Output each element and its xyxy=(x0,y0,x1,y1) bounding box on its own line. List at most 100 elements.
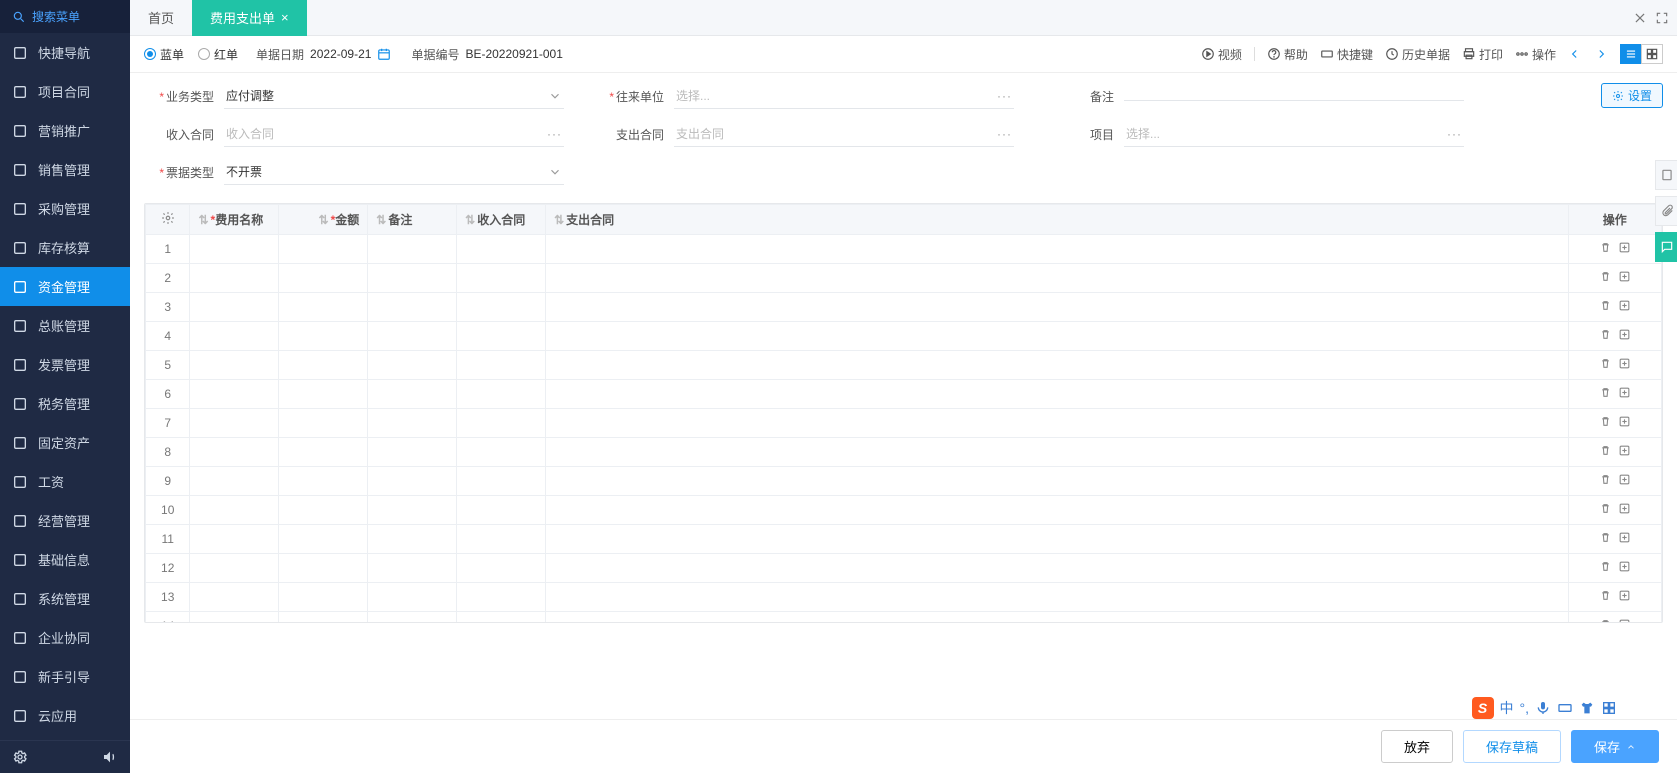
add-row-icon[interactable] xyxy=(1618,270,1631,283)
ime-mode[interactable]: 中 xyxy=(1500,698,1514,718)
delete-row-icon[interactable] xyxy=(1599,531,1612,544)
close-window-icon[interactable] xyxy=(1633,11,1647,25)
add-row-icon[interactable] xyxy=(1618,502,1631,515)
sidebar-item-9[interactable]: 税务管理 xyxy=(0,384,130,423)
add-row-icon[interactable] xyxy=(1618,415,1631,428)
sidebar-item-12[interactable]: 经营管理 xyxy=(0,501,130,540)
keyboard-icon[interactable] xyxy=(1557,700,1573,716)
col-expense[interactable]: ⇅支出合同 xyxy=(546,205,1569,235)
skin-icon[interactable] xyxy=(1579,700,1595,716)
volume-icon[interactable] xyxy=(102,749,118,765)
col-name[interactable]: ⇅*费用名称 xyxy=(190,205,279,235)
sidebar-search[interactable]: 搜索菜单 xyxy=(0,0,130,33)
partner-select[interactable]: 选择...··· xyxy=(674,83,1014,109)
table-settings-icon[interactable] xyxy=(161,211,175,225)
add-row-icon[interactable] xyxy=(1618,241,1631,254)
more-icon[interactable]: ··· xyxy=(997,89,1012,103)
settings-icon[interactable] xyxy=(12,749,28,765)
action-history[interactable]: 历史单据 xyxy=(1385,46,1450,63)
project-select[interactable]: 选择...··· xyxy=(1124,121,1464,147)
sidebar-item-0[interactable]: 快捷导航 xyxy=(0,33,130,72)
delete-row-icon[interactable] xyxy=(1599,299,1612,312)
action-shortcut[interactable]: 快捷键 xyxy=(1320,46,1373,63)
sidebar-item-16[interactable]: 新手引导 xyxy=(0,657,130,696)
sidebar-item-8[interactable]: 发票管理 xyxy=(0,345,130,384)
add-row-icon[interactable] xyxy=(1618,386,1631,399)
more-icon[interactable]: ··· xyxy=(547,127,562,141)
action-print[interactable]: 打印 xyxy=(1462,46,1503,63)
sidebar-item-15[interactable]: 企业协同 xyxy=(0,618,130,657)
sidebar-item-17[interactable]: 云应用 xyxy=(0,696,130,735)
table-row[interactable]: 6 xyxy=(146,380,1662,409)
sidebar-item-13[interactable]: 基础信息 xyxy=(0,540,130,579)
add-row-icon[interactable] xyxy=(1618,560,1631,573)
sidebar-item-14[interactable]: 系统管理 xyxy=(0,579,130,618)
delete-row-icon[interactable] xyxy=(1599,241,1612,254)
settings-button[interactable]: 设置 xyxy=(1601,83,1663,108)
sidebar-item-5[interactable]: 库存核算 xyxy=(0,228,130,267)
table-row[interactable]: 7 xyxy=(146,409,1662,438)
biz-type-select[interactable]: 应付调整 xyxy=(224,83,564,109)
table-row[interactable]: 1 xyxy=(146,235,1662,264)
delete-row-icon[interactable] xyxy=(1599,386,1612,399)
add-row-icon[interactable] xyxy=(1618,444,1631,457)
delete-row-icon[interactable] xyxy=(1599,444,1612,457)
view-list[interactable] xyxy=(1620,44,1642,64)
sidebar-item-10[interactable]: 固定资产 xyxy=(0,423,130,462)
expense-contract-select[interactable]: 支出合同··· xyxy=(674,121,1014,147)
delete-row-icon[interactable] xyxy=(1599,618,1612,623)
ticket-type-select[interactable]: 不开票 xyxy=(224,159,564,185)
delete-row-icon[interactable] xyxy=(1599,473,1612,486)
col-income[interactable]: ⇅收入合同 xyxy=(457,205,546,235)
dock-chat[interactable] xyxy=(1655,232,1677,262)
table-row[interactable]: 13 xyxy=(146,583,1662,612)
table-row[interactable]: 5 xyxy=(146,351,1662,380)
add-row-icon[interactable] xyxy=(1618,357,1631,370)
sidebar-item-7[interactable]: 总账管理 xyxy=(0,306,130,345)
table-row[interactable]: 3 xyxy=(146,293,1662,322)
table-row[interactable]: 10 xyxy=(146,496,1662,525)
delete-row-icon[interactable] xyxy=(1599,415,1612,428)
add-row-icon[interactable] xyxy=(1618,618,1631,623)
action-video[interactable]: 视频 xyxy=(1201,46,1242,63)
sidebar-item-11[interactable]: 工资 xyxy=(0,462,130,501)
dock-attach[interactable] xyxy=(1655,196,1677,226)
add-row-icon[interactable] xyxy=(1618,299,1631,312)
sidebar-item-3[interactable]: 销售管理 xyxy=(0,150,130,189)
calendar-icon[interactable] xyxy=(377,47,391,61)
radio-blue[interactable]: 蓝单 xyxy=(144,46,184,63)
toolbox-icon[interactable] xyxy=(1601,700,1617,716)
table-row[interactable]: 2 xyxy=(146,264,1662,293)
table-row[interactable]: 14 xyxy=(146,612,1662,624)
income-contract-select[interactable]: 收入合同··· xyxy=(224,121,564,147)
nav-next-icon[interactable] xyxy=(1594,47,1608,61)
table-row[interactable]: 12 xyxy=(146,554,1662,583)
ime-punct[interactable]: °, xyxy=(1520,700,1530,716)
delete-row-icon[interactable] xyxy=(1599,357,1612,370)
delete-row-icon[interactable] xyxy=(1599,560,1612,573)
action-operate[interactable]: 操作 xyxy=(1515,46,1556,63)
col-remark[interactable]: ⇅备注 xyxy=(368,205,457,235)
more-icon[interactable]: ··· xyxy=(997,127,1012,141)
sidebar-item-1[interactable]: 项目合同 xyxy=(0,72,130,111)
remark-input[interactable] xyxy=(1124,92,1464,101)
table-row[interactable]: 11 xyxy=(146,525,1662,554)
add-row-icon[interactable] xyxy=(1618,328,1631,341)
delete-row-icon[interactable] xyxy=(1599,270,1612,283)
delete-row-icon[interactable] xyxy=(1599,328,1612,341)
more-icon[interactable]: ··· xyxy=(1447,127,1462,141)
delete-row-icon[interactable] xyxy=(1599,502,1612,515)
discard-button[interactable]: 放弃 xyxy=(1381,730,1453,763)
col-amount[interactable]: ⇅*金额 xyxy=(279,205,368,235)
delete-row-icon[interactable] xyxy=(1599,589,1612,602)
tab-close-icon[interactable]: × xyxy=(281,10,289,25)
tab-home[interactable]: 首页 xyxy=(130,0,192,36)
action-help[interactable]: 帮助 xyxy=(1267,46,1308,63)
mic-icon[interactable] xyxy=(1535,700,1551,716)
tab-expense-form[interactable]: 费用支出单 × xyxy=(192,0,307,36)
view-grid[interactable] xyxy=(1641,44,1663,64)
radio-red[interactable]: 红单 xyxy=(198,46,238,63)
table-row[interactable]: 9 xyxy=(146,467,1662,496)
save-button[interactable]: 保存 xyxy=(1571,730,1659,763)
nav-prev-icon[interactable] xyxy=(1568,47,1582,61)
